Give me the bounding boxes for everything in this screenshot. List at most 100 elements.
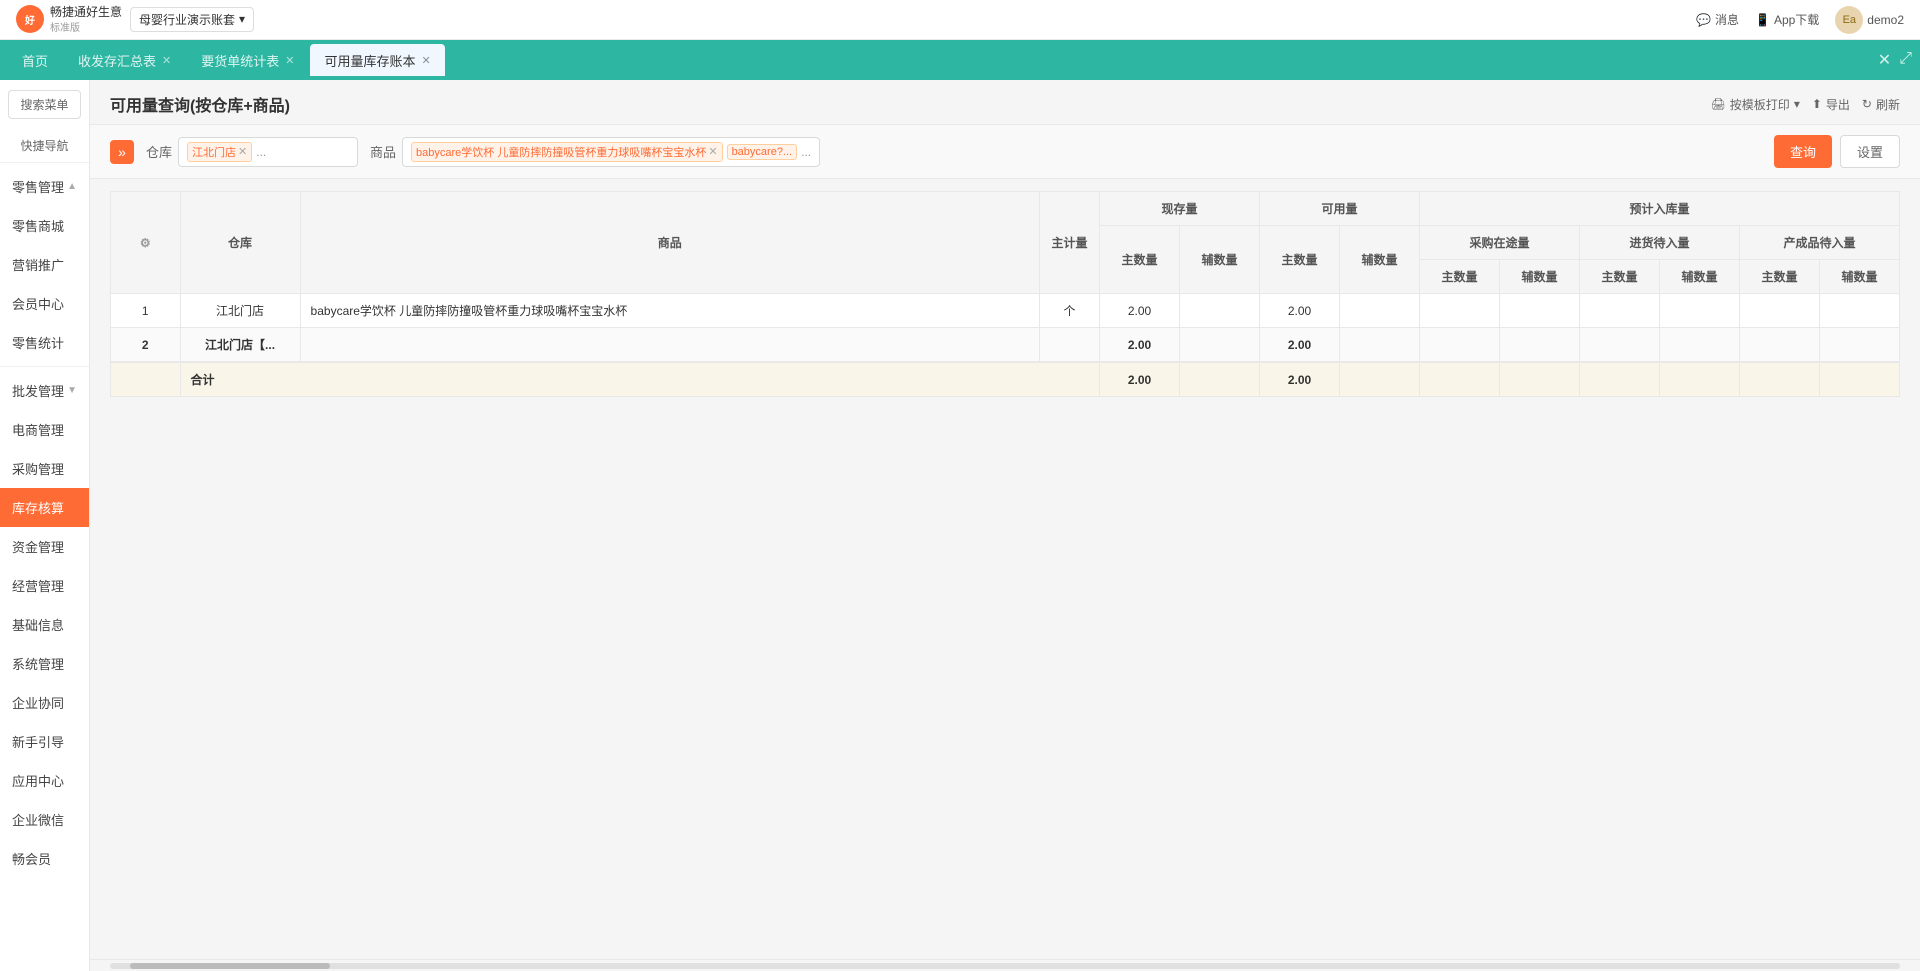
sidebar-item-vip[interactable]: 畅会员 [0,839,89,878]
tab-requisition[interactable]: 要货单统计表 ✕ [187,44,308,76]
production-group-header: 产成品待入量 [1740,226,1900,260]
sidebar-item-enterprise[interactable]: 企业协同 [0,683,89,722]
incoming-aux-header: 辅数量 [1660,260,1740,294]
sidebar-item-system[interactable]: 系统管理 [0,644,89,683]
app-download-btn[interactable]: 📱 App下载 [1755,11,1819,28]
message-btn[interactable]: 💬 消息 [1696,11,1739,28]
sidebar-item-inventory[interactable]: 库存核算 [0,488,89,527]
available-aux-header: 辅数量 [1340,226,1420,294]
content-header: 可用量查询(按仓库+商品) 🖨 按模板打印 ▾ ⬆ 导出 ↻ 刷新 [90,80,1920,125]
download-icon: 📱 [1755,13,1770,27]
sidebar-item-retail-mgmt[interactable]: 零售管理 ▲ [0,167,89,206]
scroll-track[interactable] [110,963,1900,969]
settings-col-header[interactable]: ⚙ [111,192,181,294]
page-title: 可用量查询(按仓库+商品) [110,92,290,116]
row2-incoming-aux [1660,328,1740,363]
table-row: 1 江北门店 babycare学饮杯 儿童防摔防撞吸管杯重力球吸嘴杯宝宝水杯 个… [111,294,1900,328]
sidebar-item-new-guide[interactable]: 新手引导 [0,722,89,761]
export-icon: ⬆ [1812,97,1822,111]
query-btn[interactable]: 查询 [1774,135,1832,168]
footer-incoming-main [1580,362,1660,397]
scroll-thumb[interactable] [130,963,330,969]
company-info: 畅捷通好生意 标准版 [50,5,122,34]
row1-index: 1 [111,294,181,328]
purchase-group-header: 采购在途量 [1420,226,1580,260]
close-tab-available[interactable]: ✕ [422,54,431,67]
data-table: ⚙ 仓库 商品 主计量 现存量 可用量 预计入库量 主数量 辅数量 主数量 辅数… [110,191,1900,397]
expand-icon[interactable]: ⤢ [1899,50,1912,70]
tab-home[interactable]: 首页 [8,44,62,76]
product-col-header: 商品 [300,192,1039,294]
refresh-btn[interactable]: ↻ 刷新 [1862,96,1900,113]
warehouse-col-header: 仓库 [180,192,300,294]
product-tag1: babycare学饮杯 儿童防摔防撞吸管杯重力球吸嘴杯宝宝水杯 ✕ [411,142,723,162]
logo-area: 好 畅捷通好生意 标准版 [16,5,122,34]
unit-col-header: 主计量 [1040,192,1100,294]
warehouse-ellipsis[interactable]: ... [256,145,266,159]
forecast-group-header: 预计入库量 [1420,192,1900,226]
row1-available-aux [1340,294,1420,328]
stock-main-header: 主数量 [1100,226,1180,294]
row2-stock-main: 2.00 [1100,328,1180,363]
warehouse-filter: 仓库 江北门店 ✕ ... [146,137,358,167]
sidebar-item-purchase[interactable]: 采购管理 [0,449,89,488]
sidebar-item-finance[interactable]: 资金管理 [0,527,89,566]
settings-icon: ⚙ [140,236,151,250]
print-btn[interactable]: 🖨 按模板打印 ▾ [1711,96,1800,113]
close-tab-receivable[interactable]: ✕ [162,54,171,67]
sidebar-item-retail-stats[interactable]: 零售统计 [0,323,89,362]
footer-available-main: 2.00 [1260,362,1340,397]
warehouse-input[interactable]: 江北门店 ✕ ... [178,137,358,167]
sidebar-item-retail-mall[interactable]: 零售商城 [0,206,89,245]
filter-expand-btn[interactable]: » [110,140,134,164]
account-selector[interactable]: 母婴行业演示账套 ▾ [130,7,254,32]
footer-empty1 [111,362,181,397]
row2-warehouse: 江北门店【... [180,328,300,363]
user-area[interactable]: Ea demo2 [1835,6,1904,34]
table-area: ⚙ 仓库 商品 主计量 现存量 可用量 预计入库量 主数量 辅数量 主数量 辅数… [90,179,1920,959]
incoming-main-header: 主数量 [1580,260,1660,294]
row2-purchase-main [1420,328,1500,363]
row2-available-main: 2.00 [1260,328,1340,363]
footer-production-aux [1820,362,1900,397]
sidebar-item-wholesale-mgmt[interactable]: 批发管理 ▼ [0,371,89,410]
sidebar-item-wechat[interactable]: 企业微信 [0,800,89,839]
avatar: Ea [1835,6,1863,34]
sidebar: 搜索菜单 快捷导航 零售管理 ▲ 零售商城 营销推广 会员中心 零售统计 批发管… [0,80,90,971]
search-menu-btn[interactable]: 搜索菜单 [8,90,81,119]
sidebar-item-basic-info[interactable]: 基础信息 [0,605,89,644]
sidebar-item-marketing[interactable]: 营销推广 [0,245,89,284]
product-input[interactable]: babycare学饮杯 儿童防摔防撞吸管杯重力球吸嘴杯宝宝水杯 ✕ babyca… [402,137,820,167]
footer-incoming-aux [1660,362,1740,397]
table-row: 2 江北门店【... 2.00 2.00 [111,328,1900,363]
remove-product-tag1[interactable]: ✕ [708,145,717,158]
top-bar-left: 好 畅捷通好生意 标准版 母婴行业演示账套 ▾ [16,5,254,34]
settings-btn[interactable]: 设置 [1840,135,1900,168]
close-tab-requisition[interactable]: ✕ [285,54,294,67]
sidebar-item-ecommerce[interactable]: 电商管理 [0,410,89,449]
row2-unit [1040,328,1100,363]
row2-production-aux [1820,328,1900,363]
main-layout: 搜索菜单 快捷导航 零售管理 ▲ 零售商城 营销推广 会员中心 零售统计 批发管… [0,80,1920,971]
product-ellipsis[interactable]: ... [801,145,811,159]
row1-incoming-main [1580,294,1660,328]
quick-nav-btn[interactable]: 快捷导航 [0,129,89,163]
header-actions: 🖨 按模板打印 ▾ ⬆ 导出 ↻ 刷新 [1711,96,1900,113]
remove-warehouse-tag[interactable]: ✕ [238,145,247,158]
sidebar-item-app-center[interactable]: 应用中心 [0,761,89,800]
row1-purchase-aux [1500,294,1580,328]
export-btn[interactable]: ⬆ 导出 [1812,96,1850,113]
row1-incoming-aux [1660,294,1740,328]
row2-available-aux [1340,328,1420,363]
warehouse-label: 仓库 [146,142,172,161]
row2-production-main [1740,328,1820,363]
sidebar-item-member[interactable]: 会员中心 [0,284,89,323]
filter-bar: » 仓库 江北门店 ✕ ... 商品 babycare学饮杯 儿童防摔防撞吸管杯… [90,125,1920,179]
tab-receivable[interactable]: 收发存汇总表 ✕ [64,44,185,76]
company-name: 畅捷通好生意 [50,5,122,19]
tab-available[interactable]: 可用量库存账本 ✕ [310,44,444,76]
footer-stock-aux [1180,362,1260,397]
sidebar-item-operation[interactable]: 经营管理 [0,566,89,605]
print-icon: 🖨 [1711,97,1726,111]
close-all-tabs-icon[interactable]: ✕ [1878,50,1891,70]
